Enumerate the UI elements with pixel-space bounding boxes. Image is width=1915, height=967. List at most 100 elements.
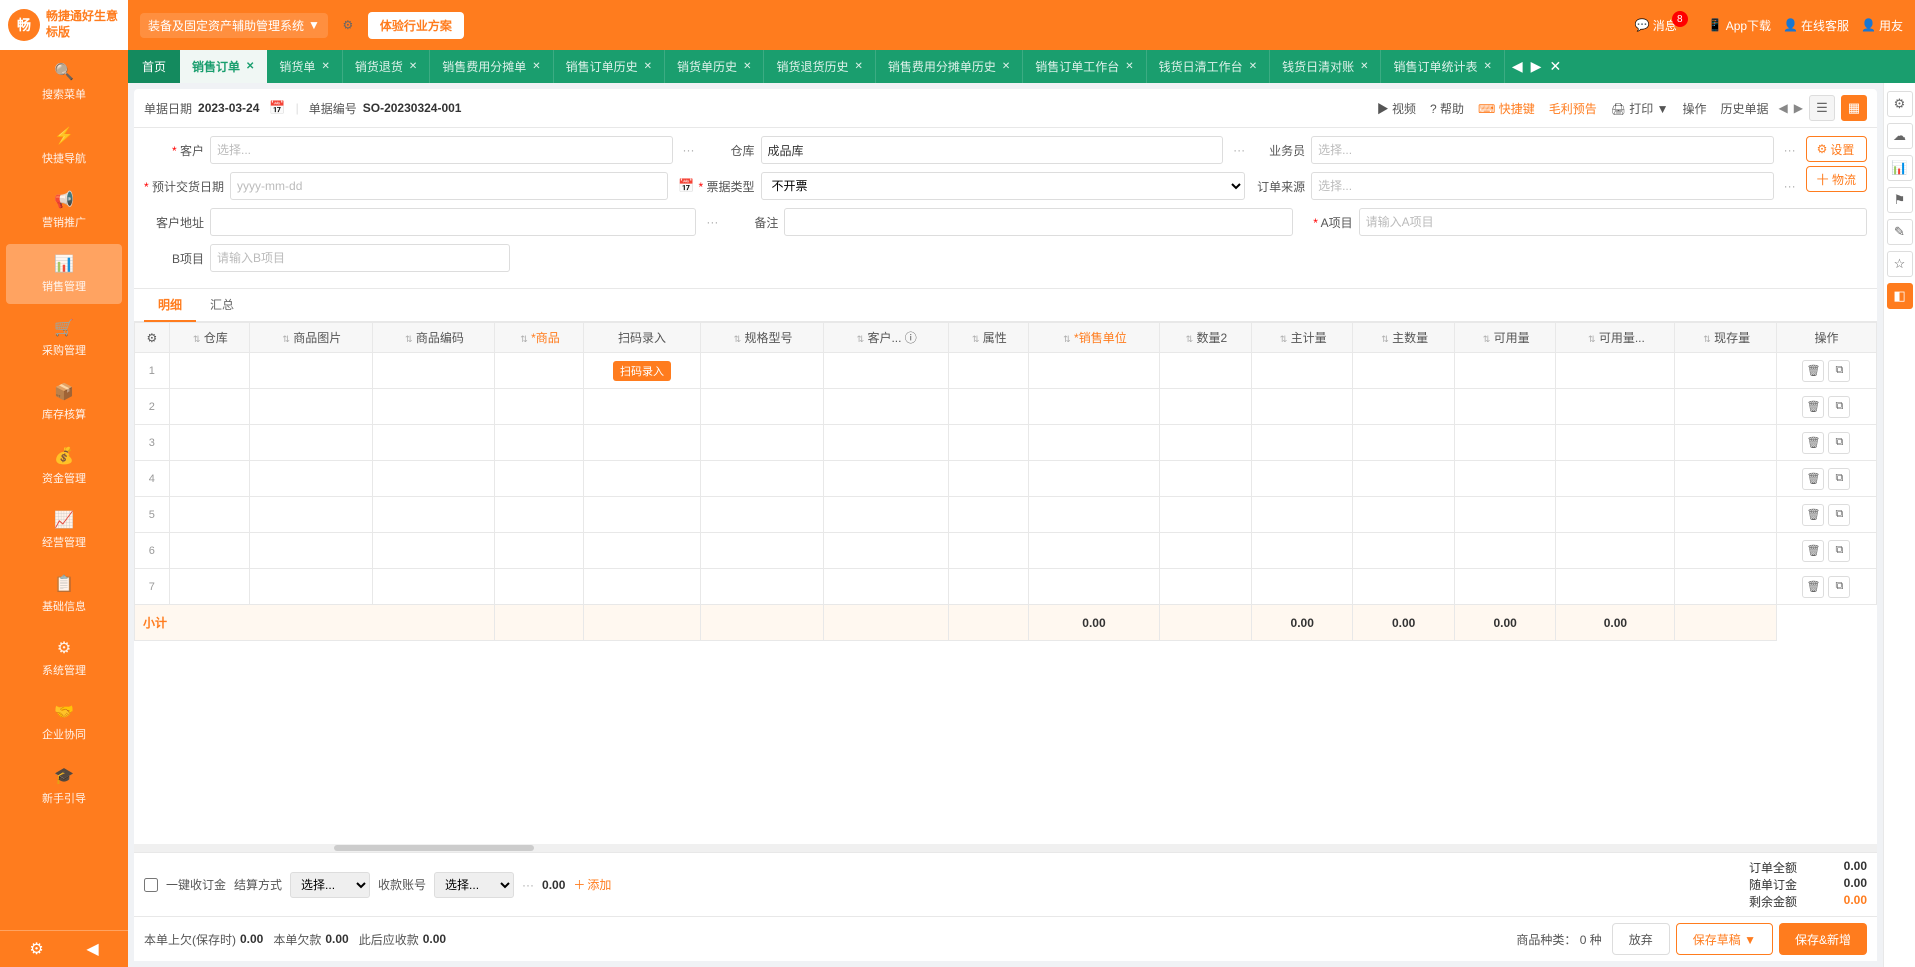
one-click-checkbox[interactable] xyxy=(144,878,158,892)
th-main-unit[interactable]: ⇅ 主计量 xyxy=(1251,323,1352,353)
tab-daily-reconcile[interactable]: 钱货日清对账 ✕ xyxy=(1270,50,1381,83)
nav-next-icon[interactable]: ▶ xyxy=(1528,58,1545,75)
rp-flag-btn[interactable]: ⚑ xyxy=(1887,187,1913,213)
row-spec[interactable] xyxy=(701,389,824,425)
scan-btn[interactable]: 扫码录入 xyxy=(613,361,671,381)
delivery-input[interactable] xyxy=(230,172,668,200)
row-spec[interactable] xyxy=(701,353,824,389)
row-warehouse[interactable] xyxy=(169,389,249,425)
list-view-icon[interactable]: ☰ xyxy=(1809,95,1835,121)
sidebar-item-sales[interactable]: 📊 销售管理 xyxy=(6,244,122,304)
delete-row-btn[interactable]: 🗑 xyxy=(1802,468,1824,490)
tab-summary[interactable]: 汇总 xyxy=(196,289,248,322)
delete-row-btn[interactable]: 🗑 xyxy=(1802,432,1824,454)
row-product[interactable] xyxy=(495,353,584,389)
online-support-btn[interactable]: 👤 在线客服 xyxy=(1783,17,1849,34)
payment-select[interactable]: 选择... xyxy=(290,872,370,898)
row-warehouse[interactable] xyxy=(169,353,249,389)
address-input[interactable] xyxy=(210,208,696,236)
tab-sales-order-history[interactable]: 销售订单历史 ✕ xyxy=(554,50,665,83)
account-dots-icon[interactable]: ··· xyxy=(522,878,534,892)
copy-row-btn[interactable]: ⧉ xyxy=(1828,504,1850,526)
tab-return-history[interactable]: 销货退货历史 ✕ xyxy=(764,50,875,83)
b-project-input[interactable] xyxy=(210,244,510,272)
rp-chart-btn[interactable]: 📊 xyxy=(1887,155,1913,181)
row-main-qty[interactable] xyxy=(1353,353,1454,389)
order-source-dots-icon[interactable]: ··· xyxy=(1784,179,1796,193)
tab-close-icon[interactable]: ✕ xyxy=(409,61,417,72)
customer-input[interactable] xyxy=(210,136,673,164)
video-btn[interactable]: ▶ 视频 xyxy=(1373,98,1420,119)
tab-close-icon[interactable]: ✕ xyxy=(246,61,254,72)
operation-btn[interactable]: 操作 xyxy=(1679,98,1711,119)
tab-close-icon[interactable]: ✕ xyxy=(644,61,652,72)
a-project-input[interactable] xyxy=(1359,208,1867,236)
row-unit[interactable] xyxy=(1029,353,1160,389)
sidebar-item-nav[interactable]: ⚡ 快捷导航 xyxy=(6,116,122,176)
row-current[interactable] xyxy=(1675,353,1776,389)
remark-input[interactable] xyxy=(784,208,1292,236)
row-unit[interactable] xyxy=(1029,389,1160,425)
sidebar-item-collab[interactable]: 🤝 企业协同 xyxy=(6,692,122,752)
sidebar-collapse-icon[interactable]: ◀ xyxy=(86,939,98,959)
tab-invoice-history[interactable]: 销货单历史 ✕ xyxy=(665,50,764,83)
order-source-input[interactable] xyxy=(1311,172,1774,200)
sidebar-item-system[interactable]: ⚙ 系统管理 xyxy=(6,628,122,688)
sidebar-item-inventory[interactable]: 📦 库存核算 xyxy=(6,372,122,432)
row-img[interactable] xyxy=(250,389,373,425)
app-download-btn[interactable]: 📱 App下载 xyxy=(1708,17,1771,34)
th-available[interactable]: ⇅ 可用量 xyxy=(1454,323,1555,353)
tab-sales-expense[interactable]: 销售费用分摊单 ✕ xyxy=(430,50,553,83)
tab-close-icon[interactable]: ✕ xyxy=(1360,61,1368,72)
th-unit[interactable]: ⇅ *销售单位 xyxy=(1029,323,1160,353)
tab-statistics[interactable]: 销售订单统计表 ✕ xyxy=(1381,50,1504,83)
history-btn[interactable]: 历史单据 xyxy=(1717,98,1773,119)
delete-row-btn[interactable]: 🗑 xyxy=(1802,576,1824,598)
tab-close-icon[interactable]: ✕ xyxy=(1249,61,1257,72)
settings-btn[interactable]: ⚙ 设置 xyxy=(1806,136,1867,162)
ticket-select[interactable]: 不开票 增值税普通发票 增值税专用发票 xyxy=(761,172,1246,200)
delete-row-btn[interactable]: 🗑 xyxy=(1802,396,1824,418)
th-main-qty[interactable]: ⇅ 主数量 xyxy=(1353,323,1454,353)
industry-btn[interactable]: 体验行业方案 xyxy=(368,12,464,39)
address-dots-icon[interactable]: ··· xyxy=(706,215,718,229)
sidebar-gear-icon[interactable]: ⚙ xyxy=(29,939,43,959)
delete-row-btn[interactable]: 🗑 xyxy=(1802,360,1824,382)
shortcut-btn[interactable]: ⌨ 快捷键 xyxy=(1474,98,1539,119)
rp-fingerprint-btn[interactable]: ☁ xyxy=(1887,123,1913,149)
sys-title[interactable]: 装备及固定资产辅助管理系统 ▼ xyxy=(140,13,328,38)
tab-detail[interactable]: 明细 xyxy=(144,289,196,322)
copy-row-btn[interactable]: ⧉ xyxy=(1828,468,1850,490)
delivery-cal-icon[interactable]: 📅 xyxy=(678,178,694,194)
tab-close-icon[interactable]: ✕ xyxy=(854,61,862,72)
row-customer-code[interactable] xyxy=(823,353,948,389)
calendar-icon[interactable]: 📅 xyxy=(269,100,285,116)
tab-close-icon[interactable]: ✕ xyxy=(743,61,751,72)
th-sku-code[interactable]: ⇅ 商品编码 xyxy=(372,323,495,353)
row-product[interactable] xyxy=(495,389,584,425)
copy-row-btn[interactable]: ⧉ xyxy=(1828,540,1850,562)
profit-btn[interactable]: 毛利预告 xyxy=(1545,98,1601,119)
copy-row-btn[interactable]: ⧉ xyxy=(1828,576,1850,598)
tab-close-icon[interactable]: ✕ xyxy=(321,61,329,72)
nav-prev-icon[interactable]: ◀ xyxy=(1509,58,1526,75)
draft-chevron-icon[interactable]: ▼ xyxy=(1744,933,1756,947)
row-available2[interactable] xyxy=(1556,353,1675,389)
row-customer-code[interactable] xyxy=(823,389,948,425)
message-btn[interactable]: 💬 消息 8 xyxy=(1635,17,1696,34)
tab-sales-invoice[interactable]: 销货单 ✕ xyxy=(267,50,342,83)
nav-left-icon[interactable]: ◀ xyxy=(1779,101,1788,115)
th-product[interactable]: ⇅ *商品 xyxy=(495,323,584,353)
sidebar-item-basic[interactable]: 📋 基础信息 xyxy=(6,564,122,624)
tab-sales-order[interactable]: 销售订单 ✕ xyxy=(180,50,267,83)
sidebar-item-marketing[interactable]: 📢 营销推广 xyxy=(6,180,122,240)
print-btn[interactable]: 🖨 打印 ▼ xyxy=(1607,98,1673,119)
tab-close-icon[interactable]: ✕ xyxy=(1484,61,1492,72)
user-menu[interactable]: 👤 用友 xyxy=(1861,17,1903,34)
draft-btn[interactable]: 保存草稿 ▼ xyxy=(1676,923,1773,955)
row-available[interactable] xyxy=(1454,353,1555,389)
account-select[interactable]: 选择... xyxy=(434,872,514,898)
row-scan[interactable]: 扫码录入 xyxy=(583,353,700,389)
tab-close-icon[interactable]: ✕ xyxy=(1125,61,1133,72)
th-settings[interactable]: ⚙ xyxy=(135,323,170,353)
